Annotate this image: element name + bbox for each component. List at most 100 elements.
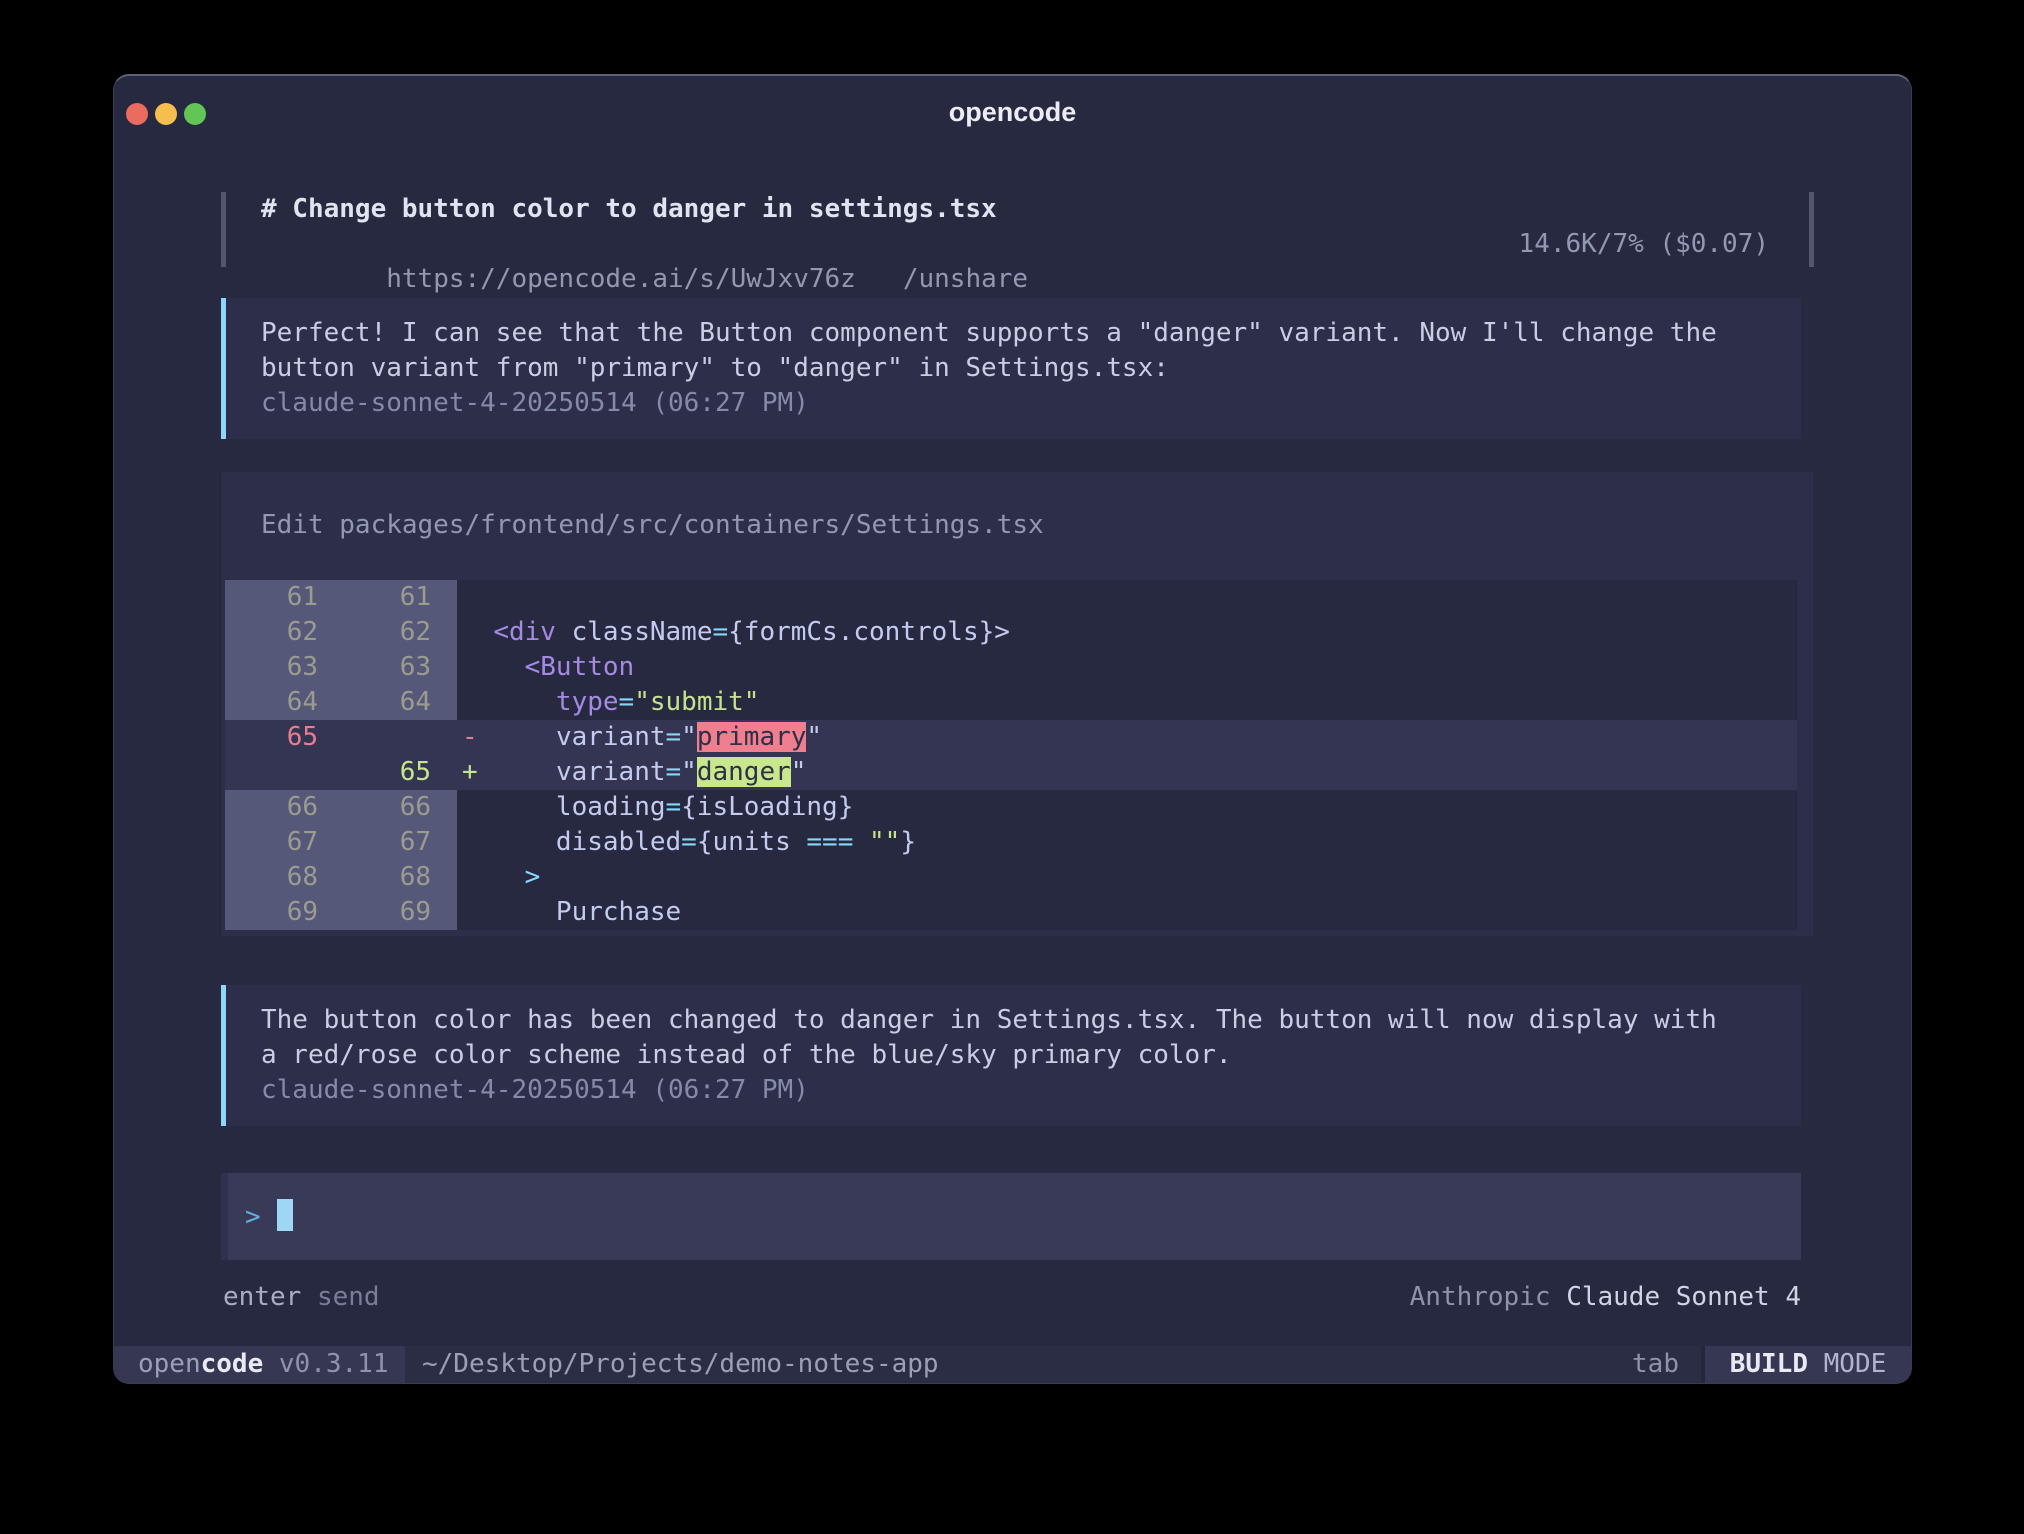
status-bar: opencode v0.3.11 ~/Desktop/Projects/demo… [114,1346,1911,1383]
diff-row: 6767 disabled={units === ""} [225,825,1797,860]
code-token: "submit" [634,687,759,717]
code-token: primary [697,722,807,752]
code-token: <div [493,617,556,647]
message-text: a red/rose color scheme instead of the b… [261,1038,1801,1073]
diff-code-line: Purchase [457,895,1797,930]
token-usage: 14.6K/7% ($0.07) [1519,227,1769,262]
code-token: } [900,827,916,857]
code-token: <Button [525,652,635,682]
code-token [462,827,556,857]
message-text: button variant from "primary" to "danger… [261,351,1801,386]
app-version: v0.3.11 [263,1349,388,1379]
new-line-number: 66 [344,790,457,825]
code-token: = [666,757,682,787]
old-line-number: 64 [225,685,344,720]
old-line-number [225,755,344,790]
diff-row: 6262 <div className={formCs.controls}> [225,615,1797,650]
code-token: type [556,687,619,717]
window-title: opencode [114,76,1911,148]
share-url: https://opencode.ai/s/UwJxv76z [386,264,856,294]
code-token: " [791,757,807,787]
diff-code-line: <Button [457,650,1797,685]
opencode-window: opencode # Change button color to danger… [113,74,1912,1384]
enter-hint: enter send [223,1280,380,1315]
message-text: Perfect! I can see that the Button compo… [261,316,1801,351]
working-directory: ~/Desktop/Projects/demo-notes-app [422,1346,939,1383]
new-line-number: 64 [344,685,457,720]
code-token: "" [869,827,900,857]
new-line-number: 69 [344,895,457,930]
code-token: {units [697,827,807,857]
prompt-input[interactable]: > [221,1173,1801,1260]
header-right-rule [1809,192,1814,267]
new-line-number: 61 [344,580,457,615]
diff-row: 6868 > [225,860,1797,895]
diff-code-line: type="submit" [457,685,1797,720]
mode-label: MODE [1808,1349,1886,1379]
code-token: Purchase [556,897,681,927]
code-token [853,827,869,857]
diff-view: 61616262 <div className={formCs.controls… [225,580,1797,930]
code-token: = [619,687,635,717]
old-line-number: 69 [225,895,344,930]
diff-row: 6161 [225,580,1797,615]
diff-row: 6666 loading={isLoading} [225,790,1797,825]
old-line-number: 61 [225,580,344,615]
old-line-number: 66 [225,790,344,825]
message-text: The button color has been changed to dan… [261,1003,1801,1038]
code-token: loading [556,792,666,822]
app-version-segment: opencode v0.3.11 [114,1346,405,1383]
old-line-number: 65 [225,720,344,755]
header-left-rule [221,192,226,267]
diff-code-line: > [457,860,1797,895]
code-token: danger [697,757,791,787]
new-line-number [344,720,457,755]
message-model-timestamp: claude-sonnet-4-20250514 (06:27 PM) [261,1073,1801,1108]
code-token [478,722,556,752]
old-line-number: 68 [225,860,344,895]
code-token: disabled [556,827,681,857]
diff-row: 6464 type="submit" [225,685,1797,720]
message-model-timestamp: claude-sonnet-4-20250514 (06:27 PM) [261,386,1801,421]
new-line-number: 65 [344,755,457,790]
code-token: - [462,722,478,752]
code-token: {isLoading} [681,792,853,822]
code-token: variant [556,757,666,787]
send-hint-label: send [317,1282,380,1312]
code-token: " [806,722,822,752]
new-line-number: 62 [344,615,457,650]
code-token: = [712,617,728,647]
assistant-message: Perfect! I can see that the Button compo… [221,298,1801,439]
code-token [462,687,556,717]
code-token [478,757,556,787]
code-token: = [681,827,697,857]
code-token: variant [556,722,666,752]
diff-row: 6969 Purchase [225,895,1797,930]
new-line-number: 63 [344,650,457,685]
desktop-background: opencode # Change button color to danger… [0,0,2024,1534]
diff-code-line: - variant="primary" [457,720,1797,755]
titlebar: opencode [114,76,1911,148]
code-token: className [556,617,713,647]
session-header: # Change button color to danger in setti… [221,192,1814,267]
edit-tool-title: Edit packages/frontend/src/containers/Se… [221,508,1813,543]
prompt-symbol: > [245,1202,261,1232]
old-line-number: 67 [225,825,344,860]
code-token: = [666,792,682,822]
tab-key-hint: tab [1632,1346,1679,1383]
new-line-number: 67 [344,825,457,860]
code-token: {formCs.controls}> [728,617,1010,647]
code-token [462,897,556,927]
diff-code-line: disabled={units === ""} [457,825,1797,860]
model-name: Claude Sonnet 4 [1566,1282,1801,1312]
code-token: = [666,722,682,752]
code-token: " [681,722,697,752]
diff-row: 65+ variant="danger" [225,755,1797,790]
model-indicator: Anthropic Claude Sonnet 4 [1410,1280,1801,1315]
app-name: code [201,1349,264,1379]
diff-code-line [457,580,1797,615]
new-line-number: 68 [344,860,457,895]
diff-code-line: + variant="danger" [457,755,1797,790]
old-line-number: 63 [225,650,344,685]
diff-row: 6363 <Button [225,650,1797,685]
